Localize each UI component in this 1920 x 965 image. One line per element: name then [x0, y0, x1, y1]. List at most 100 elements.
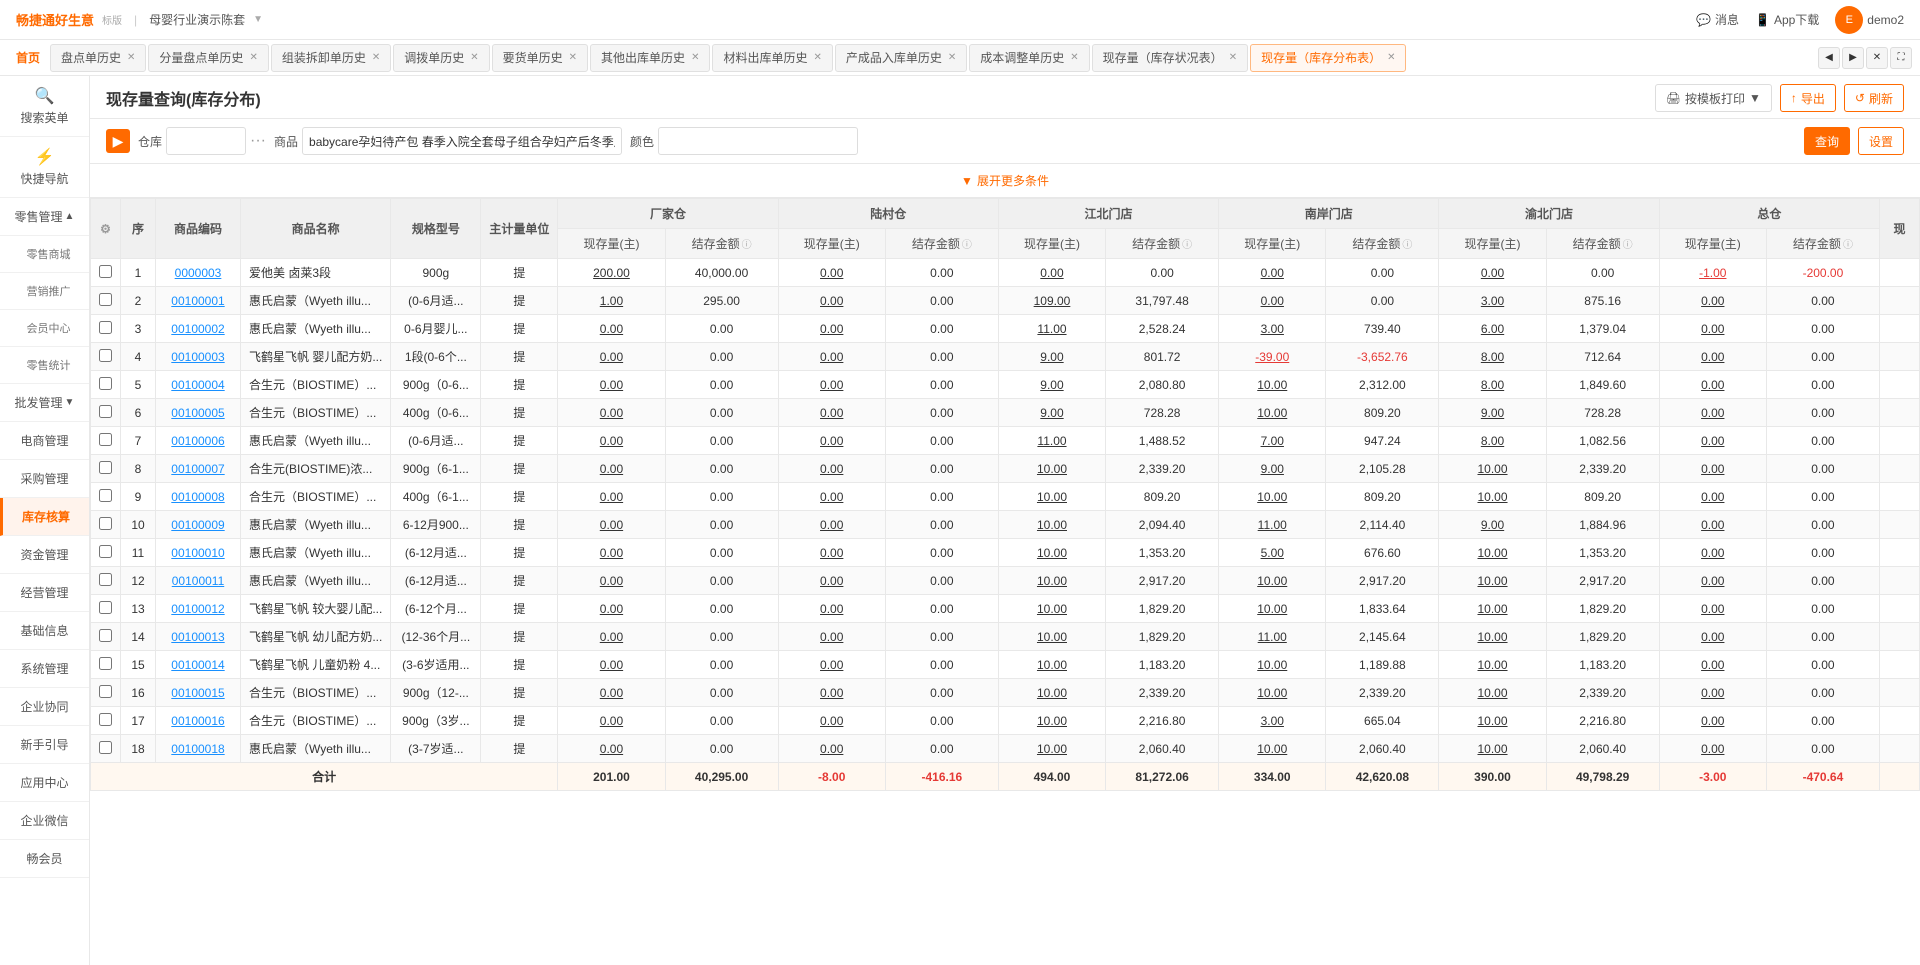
col-s5-qty[interactable]: 8.00 — [1439, 427, 1546, 455]
col-checkbox[interactable] — [91, 679, 121, 707]
col-total-qty[interactable]: 0.00 — [1659, 315, 1766, 343]
nav-prev-btn[interactable]: ◀ — [1818, 47, 1840, 69]
col-s2-qty[interactable]: 0.00 — [778, 343, 885, 371]
col-s3-qty[interactable]: 0.00 — [998, 259, 1105, 287]
col-s4-qty[interactable]: 7.00 — [1219, 427, 1326, 455]
col-checkbox[interactable] — [91, 567, 121, 595]
app-download-btn[interactable]: 📱 App下载 — [1755, 11, 1819, 28]
col-total-qty[interactable]: 0.00 — [1659, 735, 1766, 763]
col-code[interactable]: 00100015 — [156, 679, 241, 707]
close-icon[interactable]: ✕ — [1387, 52, 1395, 63]
col-s3-qty[interactable]: 10.00 — [998, 511, 1105, 539]
sidebar-item-member[interactable]: 会员中心 — [0, 310, 89, 347]
close-icon[interactable]: ✕ — [372, 52, 380, 63]
col-s4-qty[interactable]: 10.00 — [1219, 679, 1326, 707]
col-checkbox[interactable] — [91, 623, 121, 651]
col-total-qty[interactable]: 0.00 — [1659, 287, 1766, 315]
sidebar-item-member2[interactable]: 畅会员 — [0, 840, 89, 878]
close-icon[interactable]: ✕ — [127, 52, 135, 63]
col-total-qty[interactable]: 0.00 — [1659, 707, 1766, 735]
col-s5-qty[interactable]: 10.00 — [1439, 707, 1546, 735]
row-checkbox[interactable] — [99, 405, 112, 418]
col-s2-qty[interactable]: 0.00 — [778, 595, 885, 623]
filter-expand-btn[interactable]: ▶ — [106, 129, 130, 153]
export-btn[interactable]: ↑ 导出 — [1780, 84, 1836, 112]
col-checkbox[interactable] — [91, 399, 121, 427]
tab-qtchuku[interactable]: 其他出库单历史 ✕ — [590, 44, 710, 72]
close-icon[interactable]: ✕ — [813, 52, 821, 63]
tab-clchuku[interactable]: 材料出库单历史 ✕ — [712, 44, 832, 72]
col-s3-qty[interactable]: 9.00 — [998, 371, 1105, 399]
close-icon[interactable]: ✕ — [249, 52, 257, 63]
col-checkbox[interactable] — [91, 427, 121, 455]
col-s5-qty[interactable]: 9.00 — [1439, 511, 1546, 539]
refresh-btn[interactable]: ↺ 刷新 — [1844, 84, 1904, 112]
col-s2-qty[interactable]: 0.00 — [778, 651, 885, 679]
col-s5-qty[interactable]: 9.00 — [1439, 399, 1546, 427]
col-code[interactable]: 00100013 — [156, 623, 241, 651]
col-checkbox[interactable] — [91, 343, 121, 371]
row-checkbox[interactable] — [99, 713, 112, 726]
industry-dropdown[interactable]: 母婴行业演示陈套 — [149, 11, 245, 28]
col-s1-qty[interactable]: 0.00 — [558, 567, 665, 595]
col-s1-qty[interactable]: 0.00 — [558, 315, 665, 343]
col-code[interactable]: 00100010 — [156, 539, 241, 567]
col-checkbox[interactable] — [91, 651, 121, 679]
col-total-qty[interactable]: 0.00 — [1659, 483, 1766, 511]
close-icon[interactable]: ✕ — [691, 52, 699, 63]
col-s5-qty[interactable]: 10.00 — [1439, 539, 1546, 567]
col-s1-qty[interactable]: 0.00 — [558, 595, 665, 623]
col-total-qty[interactable]: 0.00 — [1659, 399, 1766, 427]
col-code[interactable]: 00100003 — [156, 343, 241, 371]
sidebar-item-quicknav[interactable]: ⚡ 快捷导航 — [0, 137, 89, 198]
col-code[interactable]: 00100011 — [156, 567, 241, 595]
close-icon[interactable]: ✕ — [470, 52, 478, 63]
col-s1-qty[interactable]: 0.00 — [558, 455, 665, 483]
sidebar-item-guide[interactable]: 新手引导 — [0, 726, 89, 764]
sidebar-item-ecom[interactable]: 电商管理 — [0, 422, 89, 460]
col-total-qty[interactable]: 0.00 — [1659, 679, 1766, 707]
row-checkbox[interactable] — [99, 517, 112, 530]
sidebar-item-collab[interactable]: 企业协同 — [0, 688, 89, 726]
col-s3-qty[interactable]: 10.00 — [998, 595, 1105, 623]
row-checkbox[interactable] — [99, 293, 112, 306]
col-s5-qty[interactable]: 10.00 — [1439, 567, 1546, 595]
row-checkbox[interactable] — [99, 657, 112, 670]
row-checkbox[interactable] — [99, 265, 112, 278]
sidebar-item-basicinfo[interactable]: 基础信息 — [0, 612, 89, 650]
col-s3-qty[interactable]: 10.00 — [998, 707, 1105, 735]
col-s3-qty[interactable]: 10.00 — [998, 567, 1105, 595]
settings-btn[interactable]: 设置 — [1858, 127, 1904, 155]
col-s2-qty[interactable]: 0.00 — [778, 735, 885, 763]
col-checkbox[interactable] — [91, 539, 121, 567]
col-total-qty[interactable]: 0.00 — [1659, 595, 1766, 623]
tab-pandian[interactable]: 盘点单历史 ✕ — [50, 44, 146, 72]
tab-diaobo[interactable]: 调拨单历史 ✕ — [393, 44, 489, 72]
col-s5-qty[interactable]: 10.00 — [1439, 623, 1546, 651]
col-checkbox[interactable] — [91, 455, 121, 483]
sidebar-item-appcenter[interactable]: 应用中心 — [0, 764, 89, 802]
col-s4-qty[interactable]: 11.00 — [1219, 623, 1326, 651]
sidebar-item-inventory[interactable]: 库存核算 — [0, 498, 89, 536]
sidebar-item-operations[interactable]: 经营管理 — [0, 574, 89, 612]
col-s1-qty[interactable]: 0.00 — [558, 511, 665, 539]
dropdown-arrow[interactable]: ▼ — [253, 14, 263, 25]
color-input[interactable] — [658, 127, 858, 155]
row-checkbox[interactable] — [99, 601, 112, 614]
col-s2-qty[interactable]: 0.00 — [778, 707, 885, 735]
col-s4-qty[interactable]: 0.00 — [1219, 287, 1326, 315]
tab-zuzhuan[interactable]: 组装拆卸单历史 ✕ — [271, 44, 391, 72]
close-icon[interactable]: ✕ — [1070, 52, 1078, 63]
col-s3-qty[interactable]: 10.00 — [998, 651, 1105, 679]
print-btn[interactable]: 🖨 按模板打印 ▼ — [1655, 84, 1772, 112]
sidebar-item-retailshop[interactable]: 零售商城 — [0, 236, 89, 273]
col-s4-qty[interactable]: 0.00 — [1219, 259, 1326, 287]
col-s1-qty[interactable]: 0.00 — [558, 343, 665, 371]
col-s1-qty[interactable]: 0.00 — [558, 539, 665, 567]
col-total-qty[interactable]: 0.00 — [1659, 567, 1766, 595]
row-checkbox[interactable] — [99, 349, 112, 362]
col-s3-qty[interactable]: 10.00 — [998, 679, 1105, 707]
row-checkbox[interactable] — [99, 433, 112, 446]
col-s5-qty[interactable]: 6.00 — [1439, 315, 1546, 343]
col-code[interactable]: 00100007 — [156, 455, 241, 483]
